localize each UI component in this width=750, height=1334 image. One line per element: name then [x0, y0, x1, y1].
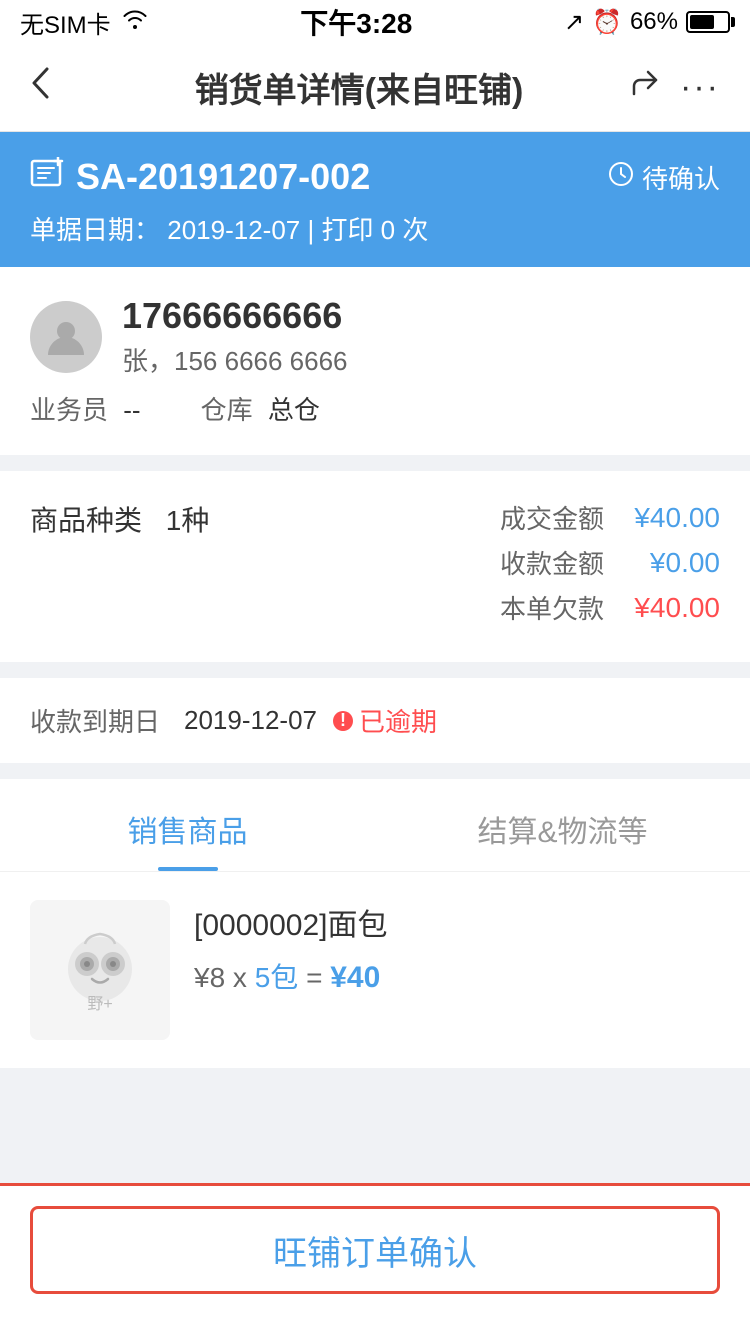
status-clock-icon [608, 161, 634, 194]
product-info: [0000002]面包 ¥8 x 5包 = ¥40 [194, 900, 720, 996]
order-number: SA-20191207-002 [30, 156, 370, 198]
customer-name: 张，156 6666 6666 [122, 341, 348, 378]
product-logo: 野+ [50, 914, 150, 1027]
overdue-badge: ! 已逾期 [333, 702, 437, 739]
tabs-section: 销售商品 结算&物流等 野+ [0, 779, 750, 1068]
avatar [30, 301, 102, 373]
amounts: 成交金额 ¥40.00 收款金额 ¥0.00 本单欠款 ¥40.00 [500, 499, 720, 634]
share-icon[interactable] [628, 68, 660, 107]
summary-section: 商品种类 1种 成交金额 ¥40.00 收款金额 ¥0.00 本单欠款 ¥40.… [0, 471, 750, 662]
overdue-text: 已逾期 [359, 702, 437, 739]
location-icon: ↗ [564, 8, 584, 37]
product-price: ¥8 x 5包 = ¥40 [194, 956, 720, 996]
battery-percent: 66% [630, 8, 678, 36]
product-item: 野+ [0000002]面包 ¥8 x 5包 = ¥40 [0, 872, 750, 1068]
more-icon[interactable]: ··· [680, 68, 720, 107]
svg-text:野+: 野+ [87, 995, 112, 1013]
order-number-icon [30, 156, 66, 198]
confirm-order-button[interactable]: 旺铺订单确认 [30, 1206, 720, 1294]
salesperson-field: 业务员 -- [30, 390, 141, 427]
order-status: 待确认 [608, 159, 720, 196]
alarm-icon: ⏰ [592, 8, 622, 37]
nav-bar: 销货单详情(来自旺铺) ··· [0, 44, 750, 132]
order-header: SA-20191207-002 待确认 单据日期： 2019-12-07 | 打… [0, 132, 750, 267]
product-type-label: 商品种类 1种 [30, 499, 209, 539]
product-name: [0000002]面包 [194, 900, 720, 944]
product-type: 商品种类 1种 [30, 499, 209, 545]
status-right: ↗ ⏰ 66% [564, 8, 730, 37]
tab-settlement[interactable]: 结算&物流等 [375, 779, 750, 871]
due-section: 收款到期日 2019-12-07 ! 已逾期 [0, 678, 750, 763]
battery-icon [686, 11, 730, 33]
customer-info: 17666666666 张，156 6666 6666 [122, 295, 348, 378]
amount-row-2: 本单欠款 ¥40.00 [500, 589, 720, 626]
tabs-header: 销售商品 结算&物流等 [0, 779, 750, 872]
overdue-dot-icon: ! [333, 711, 353, 731]
customer-section: 17666666666 张，156 6666 6666 业务员 -- 仓库 总仓 [0, 267, 750, 455]
status-carrier: 无SIM卡 [20, 5, 149, 40]
wifi-icon [121, 8, 149, 36]
status-bar: 无SIM卡 下午3:28 ↗ ⏰ 66% [0, 0, 750, 44]
carrier-text: 无SIM卡 [20, 5, 111, 40]
product-thumbnail: 野+ [30, 900, 170, 1040]
order-number-text: SA-20191207-002 [76, 156, 370, 198]
customer-meta: 业务员 -- 仓库 总仓 [30, 390, 720, 427]
back-button[interactable] [30, 66, 90, 109]
bottom-action-bar: 旺铺订单确认 [0, 1183, 750, 1334]
due-date-label: 收款到期日 [30, 702, 160, 739]
status-text: 待确认 [642, 159, 720, 196]
warehouse-field: 仓库 总仓 [201, 390, 320, 427]
order-date: 单据日期： 2019-12-07 | 打印 0 次 [30, 210, 720, 247]
page-title: 销货单详情(来自旺铺) [195, 63, 524, 112]
amount-row-0: 成交金额 ¥40.00 [500, 499, 720, 536]
customer-phone: 17666666666 [122, 295, 348, 337]
status-time: 下午3:28 [300, 2, 412, 42]
due-date-value: 2019-12-07 [184, 705, 317, 736]
nav-actions: ··· [628, 68, 720, 107]
tab-sales[interactable]: 销售商品 [0, 779, 375, 871]
amount-row-1: 收款金额 ¥0.00 [500, 544, 720, 581]
